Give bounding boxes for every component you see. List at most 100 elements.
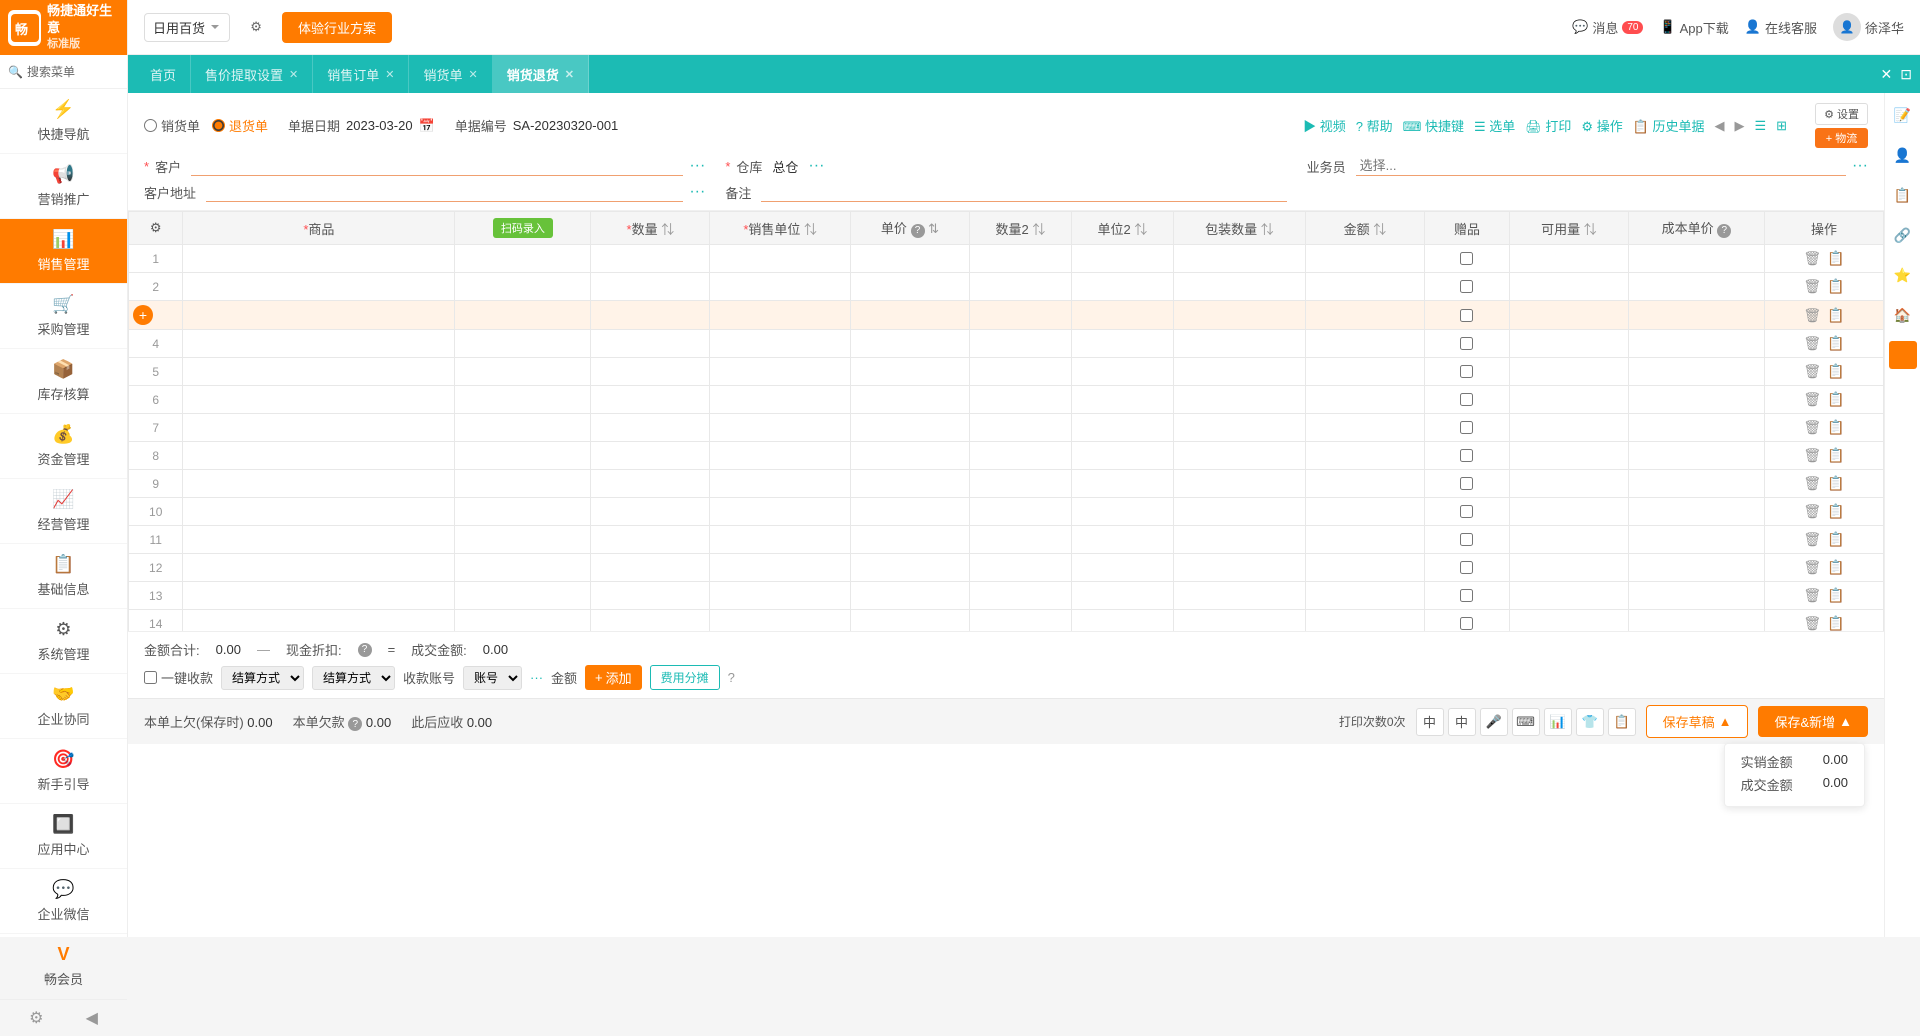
row-unit-price-4[interactable] xyxy=(850,330,969,358)
row-qty-10[interactable] xyxy=(591,498,710,526)
sidebar-settings-icon[interactable]: ⚙ xyxy=(29,1008,43,1028)
action-operate[interactable]: ⚙ 操作 xyxy=(1581,116,1622,135)
right-panel-icon-5[interactable]: ⭐ xyxy=(1889,261,1917,289)
salesman-input[interactable] xyxy=(1356,156,1846,176)
tab-sales-delivery[interactable]: 销货单 ✕ xyxy=(409,55,492,93)
row-unit-price-8[interactable] xyxy=(850,442,969,470)
row-qty2-13[interactable] xyxy=(969,582,1071,610)
row-qty2-12[interactable] xyxy=(969,554,1071,582)
row-qty-5[interactable] xyxy=(591,358,710,386)
tab-sales-delivery-close[interactable]: ✕ xyxy=(469,68,478,81)
row-pack-qty-13[interactable] xyxy=(1173,582,1305,610)
amount-sort-icon[interactable]: ⇅ xyxy=(1373,222,1386,237)
row-gift-14[interactable] xyxy=(1424,610,1509,632)
available-sort-icon[interactable]: ⇅ xyxy=(1584,222,1597,237)
row-product-1[interactable] xyxy=(183,245,455,273)
row-delete-icon-8[interactable]: 🗑 xyxy=(1803,447,1821,464)
row-amount-14[interactable] xyxy=(1305,610,1424,632)
right-panel-icon-1[interactable]: 📝 xyxy=(1889,101,1917,129)
sidebar-item-purchase[interactable]: 🛒 采购管理 xyxy=(0,284,127,349)
row-qty2-7[interactable] xyxy=(969,414,1071,442)
radio-sales-return[interactable]: 退货单 xyxy=(212,116,268,135)
row-unit2-1[interactable] xyxy=(1071,245,1173,273)
row-qty2-3[interactable] xyxy=(969,301,1071,330)
calendar-icon[interactable]: 📅 xyxy=(419,118,435,134)
warehouse-dots[interactable]: ··· xyxy=(808,157,824,175)
row-qty-2[interactable] xyxy=(591,273,710,301)
row-pack-qty-11[interactable] xyxy=(1173,526,1305,554)
row-pack-qty-4[interactable] xyxy=(1173,330,1305,358)
action-history[interactable]: 📋 历史单据 xyxy=(1633,116,1705,135)
row-unit-price-6[interactable] xyxy=(850,386,969,414)
settle-method-select[interactable]: 结算方式 xyxy=(221,666,304,690)
row-unit-price-7[interactable] xyxy=(850,414,969,442)
row-amount-13[interactable] xyxy=(1305,582,1424,610)
row-cost-price-4[interactable] xyxy=(1628,330,1764,358)
sidebar-item-basic[interactable]: 📋 基础信息 xyxy=(0,544,127,609)
row-delete-icon-4[interactable]: 🗑 xyxy=(1803,335,1821,352)
one-click-pay-checkbox[interactable]: 一键收款 xyxy=(144,668,213,687)
row-unit-price-11[interactable] xyxy=(850,526,969,554)
radio-sales-delivery[interactable]: 销货单 xyxy=(144,116,200,135)
row-pack-qty-9[interactable] xyxy=(1173,470,1305,498)
row-gift-3[interactable] xyxy=(1424,301,1509,330)
row-available-5[interactable] xyxy=(1509,358,1628,386)
row-pack-qty-1[interactable] xyxy=(1173,245,1305,273)
gift-checkbox-10[interactable] xyxy=(1460,505,1473,518)
row-qty-12[interactable] xyxy=(591,554,710,582)
row-cost-price-2[interactable] xyxy=(1628,273,1764,301)
row-product-13[interactable] xyxy=(183,582,455,610)
row-qty-8[interactable] xyxy=(591,442,710,470)
save-draft-button[interactable]: 保存草稿 ▲ xyxy=(1646,705,1749,738)
tab-close-all-icon[interactable]: ✕ xyxy=(1881,66,1893,83)
sale-unit-sort-icon[interactable]: ⇅ xyxy=(804,222,817,237)
row-amount-2[interactable] xyxy=(1305,273,1424,301)
row-product-12[interactable] xyxy=(183,554,455,582)
row-delete-icon-3[interactable]: 🗑 xyxy=(1803,307,1821,324)
row-cost-price-1[interactable] xyxy=(1628,245,1764,273)
action-select[interactable]: ☰ 选单 xyxy=(1474,116,1515,135)
row-delete-icon-10[interactable]: 🗑 xyxy=(1803,503,1821,520)
row-delete-icon-12[interactable]: 🗑 xyxy=(1803,559,1821,576)
row-qty-4[interactable] xyxy=(591,330,710,358)
row-gift-7[interactable] xyxy=(1424,414,1509,442)
row-delete-icon-7[interactable]: 🗑 xyxy=(1803,419,1821,436)
row-gift-6[interactable] xyxy=(1424,386,1509,414)
row-available-7[interactable] xyxy=(1509,414,1628,442)
sidebar-item-system[interactable]: ⚙ 系统管理 xyxy=(0,609,127,674)
remark-input[interactable] xyxy=(761,182,1286,202)
tab-sales-order[interactable]: 销售订单 ✕ xyxy=(313,55,409,93)
row-cost-price-10[interactable] xyxy=(1628,498,1764,526)
row-delete-icon-1[interactable]: 🗑 xyxy=(1803,250,1821,267)
row-sale-unit-7[interactable] xyxy=(710,414,851,442)
row-qty2-6[interactable] xyxy=(969,386,1071,414)
row-sale-unit-1[interactable] xyxy=(710,245,851,273)
row-cost-price-14[interactable] xyxy=(1628,610,1764,632)
message-center-item[interactable]: 💬 消息 70 xyxy=(1572,18,1643,37)
add-payment-button[interactable]: + 添加 xyxy=(585,665,642,690)
row-unit-price-9[interactable] xyxy=(850,470,969,498)
row-sale-unit-11[interactable] xyxy=(710,526,851,554)
row-amount-10[interactable] xyxy=(1305,498,1424,526)
row-amount-3[interactable] xyxy=(1305,301,1424,330)
row-amount-8[interactable] xyxy=(1305,442,1424,470)
gift-checkbox-4[interactable] xyxy=(1460,337,1473,350)
row-gift-1[interactable] xyxy=(1424,245,1509,273)
col-settings[interactable]: ⚙ xyxy=(129,212,183,245)
row-unit2-2[interactable] xyxy=(1071,273,1173,301)
sidebar-item-vip[interactable]: V 畅会员 xyxy=(0,934,127,999)
row-unit-price-13[interactable] xyxy=(850,582,969,610)
salesman-dots[interactable]: ··· xyxy=(1852,157,1868,175)
save-new-chevron[interactable]: ▲ xyxy=(1839,714,1852,729)
row-unit-price-14[interactable] xyxy=(850,610,969,632)
tab-price-setting[interactable]: 售价提取设置 ✕ xyxy=(191,55,313,93)
row-qty2-14[interactable] xyxy=(969,610,1071,632)
row-qty-1[interactable] xyxy=(591,245,710,273)
gift-checkbox-5[interactable] xyxy=(1460,365,1473,378)
settings-button[interactable]: ⚙ 设置 xyxy=(1815,103,1868,125)
row-available-9[interactable] xyxy=(1509,470,1628,498)
row-gift-5[interactable] xyxy=(1424,358,1509,386)
customer-dots[interactable]: ··· xyxy=(689,157,705,175)
row-product-14[interactable] xyxy=(183,610,455,632)
row-available-11[interactable] xyxy=(1509,526,1628,554)
